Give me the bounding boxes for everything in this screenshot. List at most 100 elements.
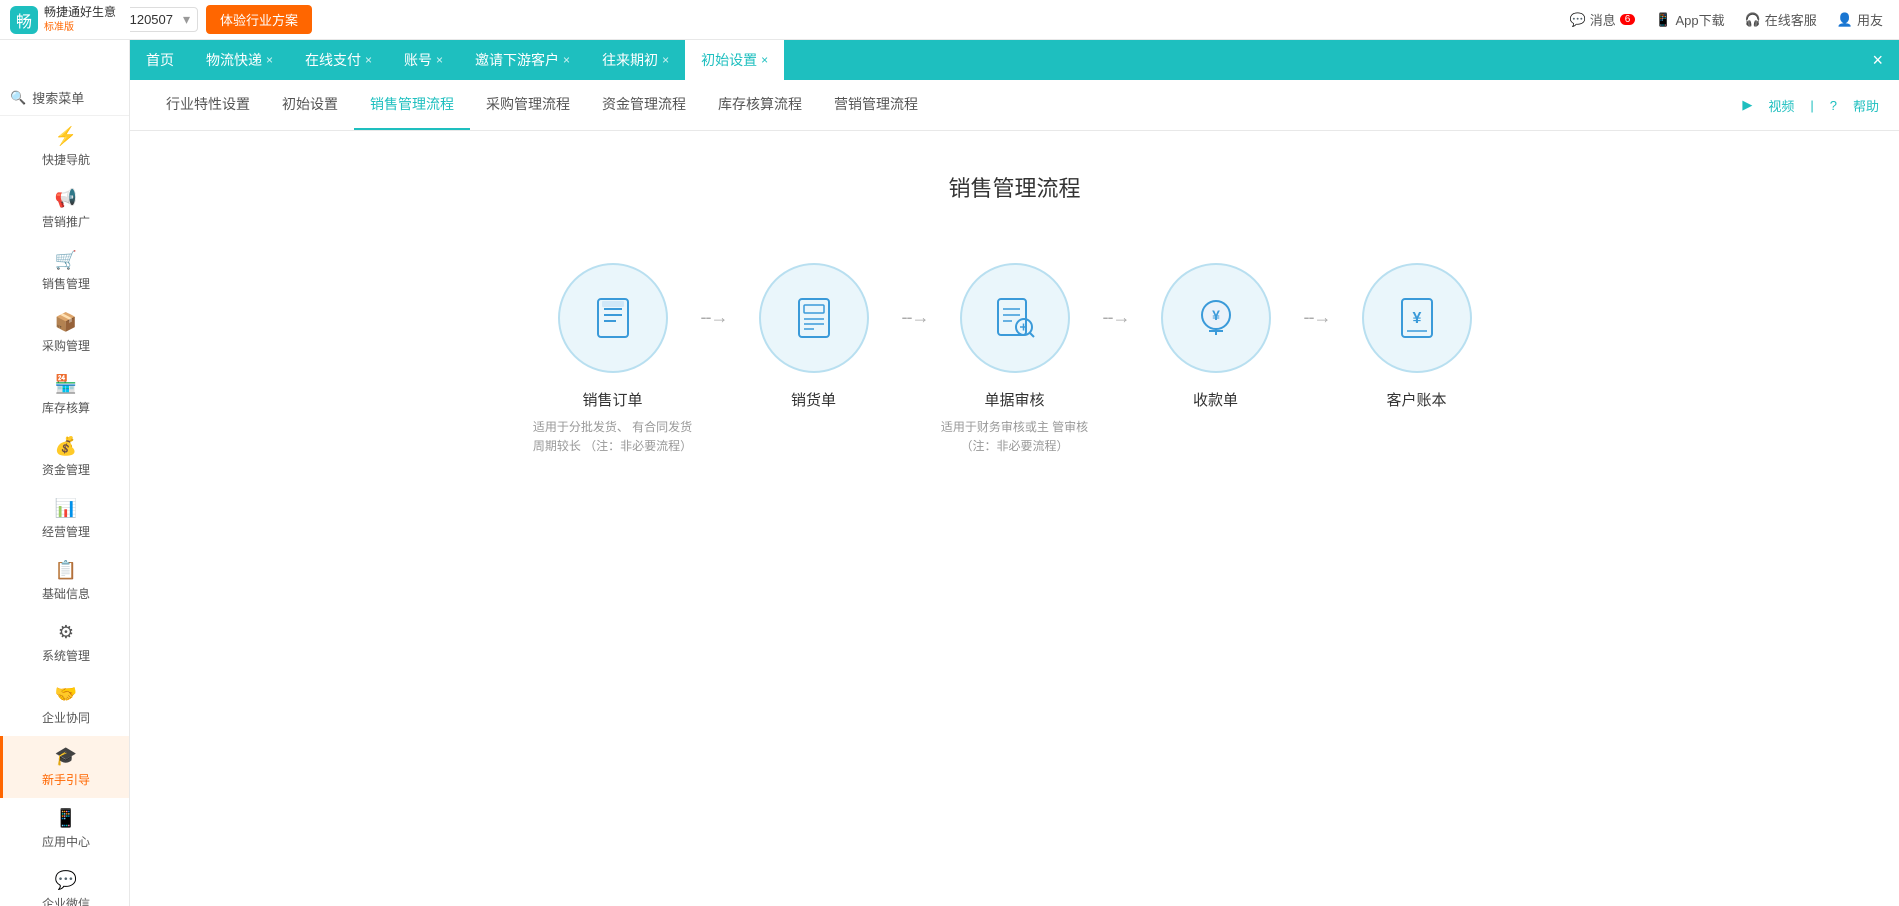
sidebar-item-corp[interactable]: 🤝 企业协同 — [0, 674, 129, 736]
sidebar-label-inventory: 库存核算 — [42, 399, 90, 416]
message-label: 消息 — [1590, 10, 1616, 29]
nav-tab-payment[interactable]: 在线支付× — [289, 40, 388, 80]
sidebar-search[interactable]: 🔍 搜索菜单 — [0, 80, 129, 116]
sidebar: 🔍 搜索菜单 ⚡快捷导航📢营销推广 🛒 销售管理 📦 采购管理 🏪 库存核算 💰 资金管理 📊 经营… — [0, 0, 130, 906]
sidebar-icon-apps: 📱 — [55, 808, 77, 829]
nav-tab-init[interactable]: 初始设置× — [685, 40, 784, 80]
nav-tab-label-home: 首页 — [146, 50, 174, 70]
sidebar-item-operations[interactable]: 📊 经营管理 — [0, 488, 129, 550]
nav-tab-logistics[interactable]: 物流快递 × — [190, 40, 289, 80]
nav-tab-close-init[interactable]: × — [761, 53, 768, 67]
sidebar-icon-corp: 🤝 — [55, 684, 77, 705]
sidebar-label-system: 系统管理 — [42, 647, 90, 664]
flow-step-receipt: ¥ 收款单 — [1136, 263, 1296, 418]
logo-char: 畅 — [16, 8, 32, 32]
download-icon: 📱 — [1655, 12, 1671, 28]
flow-circle-sales_order — [558, 263, 668, 373]
svg-text:¥: ¥ — [1412, 310, 1421, 327]
nav-tab-label-period: 往来期初 — [602, 50, 658, 70]
sidebar-icon-finance: 💰 — [55, 436, 77, 457]
sidebar-label-basic: 基础信息 — [42, 585, 90, 602]
sidebar-icon-inventory: 🏪 — [55, 374, 77, 395]
nav-tab-label-account: 账号 — [404, 50, 432, 70]
sidebar-logo: 畅 畅捷通好生意 标准版 — [0, 0, 130, 40]
logo-text-area: 畅捷通好生意 标准版 — [44, 5, 116, 34]
flow-step-customer_ledger: ¥ 客户账本 — [1337, 263, 1497, 418]
message-item[interactable]: 💬 消息 6 — [1570, 10, 1636, 29]
sidebar-item-inventory[interactable]: 🏪 库存核算 — [0, 364, 129, 426]
sidebar-item-finance[interactable]: 💰 资金管理 — [0, 426, 129, 488]
sidebar-label-sales: 销售管理 — [42, 275, 90, 292]
nav-tab-close-logistics[interactable]: × — [266, 53, 273, 67]
flow-circle-receipt: ¥ — [1161, 263, 1271, 373]
flow-step-doc_review: 单据审核适用于财务审核或主 管审核 （注：非必要流程） — [935, 263, 1095, 456]
sidebar-icon-basic: 📋 — [55, 560, 77, 581]
sidebar-item-wechat[interactable]: 💬企业微信 — [0, 860, 129, 906]
sub-tabs-right: ▶ 视频 | ? 帮助 — [1742, 96, 1879, 115]
sidebar-item-purchase[interactable]: 📦 采购管理 — [0, 302, 129, 364]
sidebar-label-corp: 企业协同 — [42, 709, 90, 726]
sidebar-label-purchase: 采购管理 — [42, 337, 90, 354]
nav-close-button[interactable]: × — [1856, 40, 1899, 80]
page-body: 销售管理流程 销售订单适用于分批发货、 有合同发货周期较长 （注：非必要流程）-… — [130, 131, 1899, 496]
sidebar-item-marketing[interactable]: 📢营销推广 — [0, 178, 129, 240]
flow-step-name-sales_order: 销售订单 — [582, 389, 642, 410]
nav-tab-account[interactable]: 账号 × — [388, 40, 459, 80]
main-content: 行业特性设置初始设置销售管理流程采购管理流程资金管理流程库存核算流程营销管理流程… — [130, 80, 1899, 906]
nav-tab-invite[interactable]: 邀请下游客户× — [459, 40, 586, 80]
flow-step-name-customer_ledger: 客户账本 — [1386, 389, 1446, 410]
nav-tab-close-payment[interactable]: × — [365, 53, 372, 67]
sidebar-item-apps[interactable]: 📱应用中心 — [0, 798, 129, 860]
logo-line1: 畅捷通好生意 — [44, 5, 116, 21]
nav-tab-label-logistics: 物流快递 — [206, 50, 262, 70]
sidebar-item-system[interactable]: ⚙ 系统管理 — [0, 612, 129, 674]
separator: | — [1810, 98, 1813, 113]
app-download-label: App下载 — [1675, 10, 1724, 29]
sidebar-icon-sales: 🛒 — [55, 250, 77, 271]
sidebar-label-marketing: 营销推广 — [42, 213, 90, 230]
sub-tab-marketing_flow[interactable]: 营销管理流程 — [818, 80, 934, 130]
sidebar-icon-purchase: 📦 — [55, 312, 77, 333]
nav-tabs: 首页物流快递×在线支付×账号×邀请下游客户×往来期初×初始设置×× — [130, 40, 1899, 80]
flow-step-name-receipt: 收款单 — [1193, 389, 1238, 410]
message-icon: 💬 — [1570, 12, 1586, 28]
sub-tab-industry[interactable]: 行业特性设置 — [150, 80, 266, 130]
flow-step-name-doc_review: 单据审核 — [984, 389, 1044, 410]
trial-button[interactable]: 体验行业方案 — [206, 5, 312, 34]
sidebar-item-newbie[interactable]: 🎓新手引导 — [0, 736, 129, 798]
top-bar: 用户690企业1660120507 体验行业方案 💬 消息 6 📱 App下载 … — [0, 0, 1899, 40]
nav-tab-period[interactable]: 往来期初 × — [586, 40, 685, 80]
nav-tab-close-account[interactable]: × — [436, 53, 443, 67]
app-download-item[interactable]: 📱 App下载 — [1655, 10, 1724, 29]
sidebar-label-operations: 经营管理 — [42, 523, 90, 540]
sidebar-item-shortcut[interactable]: ⚡快捷导航 — [0, 116, 129, 178]
sub-tab-purchase_flow[interactable]: 采购管理流程 — [470, 80, 586, 130]
flow-arrow-3: - - → — [1304, 263, 1329, 328]
nav-tab-close-period[interactable]: × — [662, 53, 669, 67]
top-bar-right: 💬 消息 6 📱 App下载 🎧 在线客服 👤 用友 — [1570, 10, 1884, 29]
nav-tab-close-invite[interactable]: × — [563, 53, 570, 67]
online-service-item[interactable]: 🎧 在线客服 — [1745, 10, 1817, 29]
sidebar-icon-system: ⚙ — [58, 622, 74, 643]
nav-tab-home[interactable]: 首页 — [130, 40, 190, 80]
flow-step-sales_invoice: 销货单 — [734, 263, 894, 418]
video-label[interactable]: 视频 — [1768, 96, 1794, 115]
sidebar-icon-operations: 📊 — [55, 498, 77, 519]
video-icon: ▶ — [1742, 97, 1752, 113]
sub-tab-init[interactable]: 初始设置 — [266, 80, 354, 130]
sidebar-item-sales[interactable]: 🛒 销售管理 — [0, 240, 129, 302]
help-label[interactable]: 帮助 — [1853, 96, 1879, 115]
sidebar-icon-wechat: 💬 — [55, 870, 77, 891]
sub-tab-sales_flow[interactable]: 销售管理流程 — [354, 80, 470, 130]
online-service-label: 在线客服 — [1765, 10, 1817, 29]
sidebar-label-finance: 资金管理 — [42, 461, 90, 478]
sub-tabs: 行业特性设置初始设置销售管理流程采购管理流程资金管理流程库存核算流程营销管理流程… — [130, 80, 1899, 131]
logo-line2: 标准版 — [44, 21, 116, 34]
sidebar-item-basic[interactable]: 📋 基础信息 — [0, 550, 129, 612]
sub-tab-inventory_flow[interactable]: 库存核算流程 — [702, 80, 818, 130]
user-item[interactable]: 👤 用友 — [1837, 10, 1883, 29]
sub-tab-finance_flow[interactable]: 资金管理流程 — [586, 80, 702, 130]
flow-step-desc-sales_order: 适用于分批发货、 有合同发货周期较长 （注：非必要流程） — [533, 418, 693, 456]
layout: 行业特性设置初始设置销售管理流程采购管理流程资金管理流程库存核算流程营销管理流程… — [0, 0, 1899, 906]
sidebar-icon-shortcut: ⚡ — [55, 126, 77, 147]
